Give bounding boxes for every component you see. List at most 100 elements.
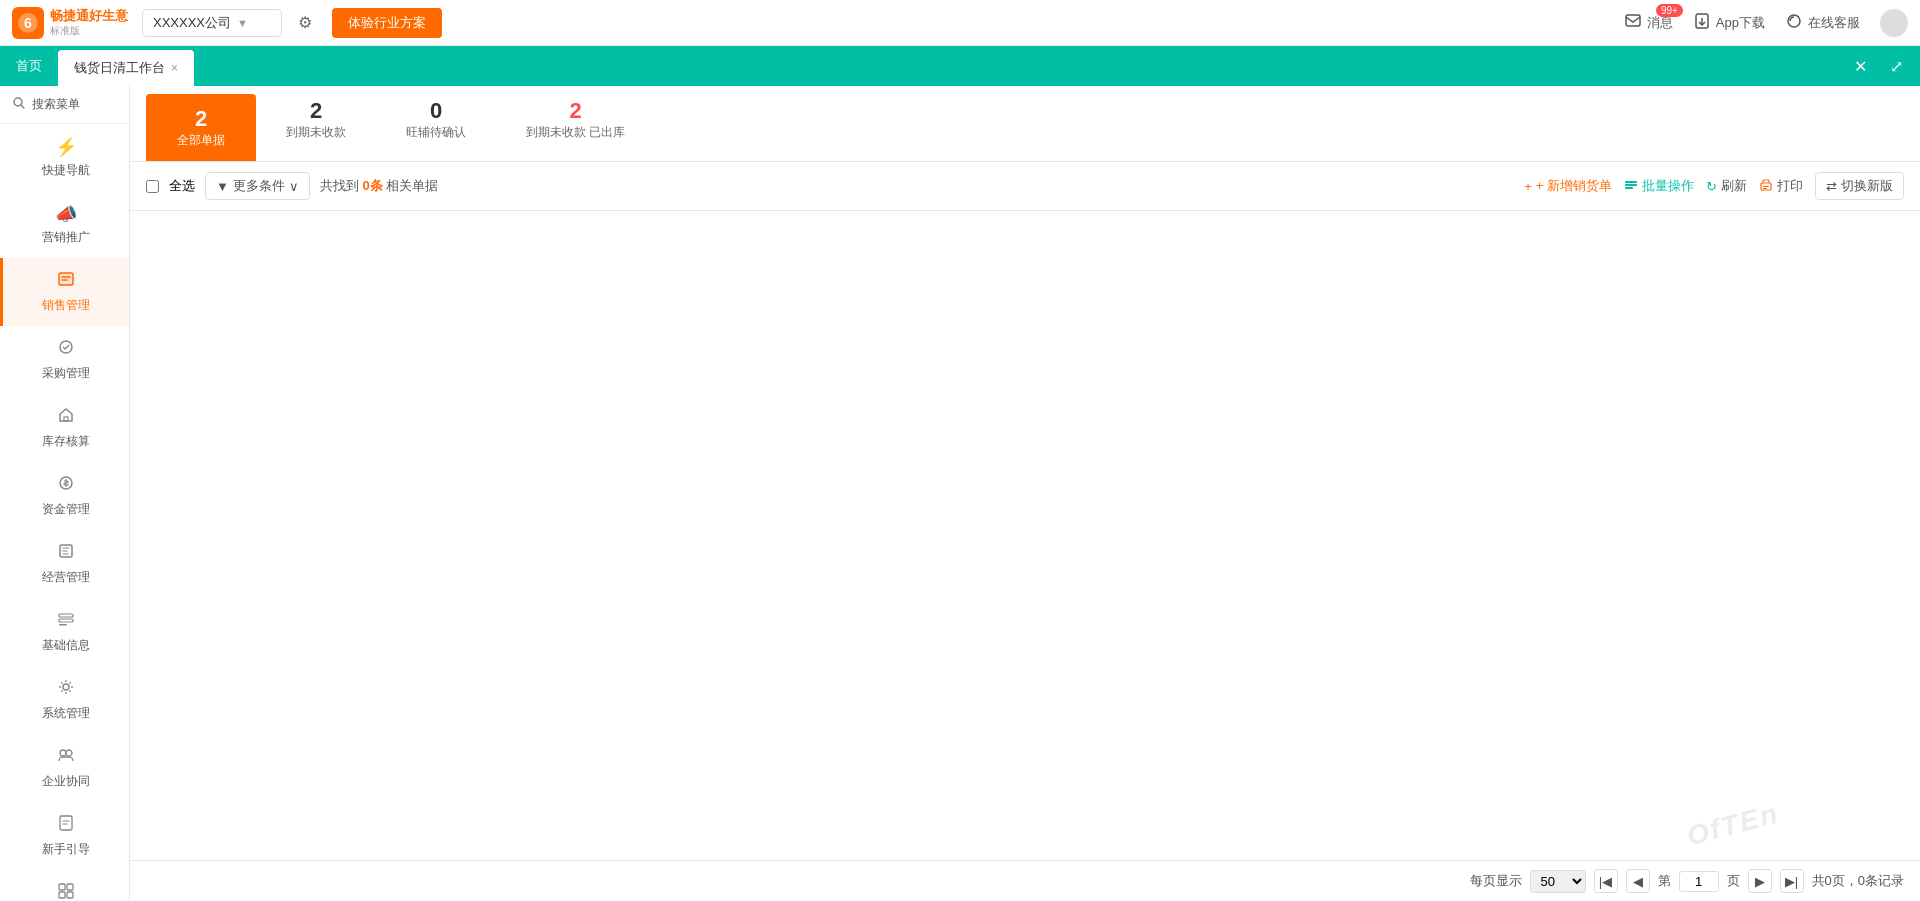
basic-icon	[57, 610, 75, 633]
filter-label: 更多条件	[233, 177, 285, 195]
sidebar-item-basic[interactable]: 基础信息	[0, 598, 129, 666]
print-button[interactable]: 打印	[1759, 177, 1803, 195]
svg-point-17	[66, 750, 72, 756]
settings-button[interactable]: ⚙	[290, 8, 320, 38]
message-item[interactable]: 消息 99+	[1624, 12, 1673, 33]
sidebar-item-purchase[interactable]: 采购管理	[0, 326, 129, 394]
last-page-button[interactable]: ▶|	[1780, 869, 1804, 893]
stat-tab-overdue-num: 2	[310, 98, 322, 124]
sidebar-item-label: 库存核算	[42, 433, 90, 450]
svg-rect-14	[59, 624, 67, 626]
select-all-checkbox[interactable]	[146, 180, 159, 193]
tab-home-label: 首页	[16, 57, 42, 75]
online-service-item[interactable]: 在线客服	[1785, 12, 1860, 33]
svg-rect-19	[59, 884, 65, 890]
total-label: 共0页，0条记录	[1812, 872, 1904, 890]
stat-tab-overdue[interactable]: 2 到期未收款	[256, 86, 376, 161]
sidebar-item-system[interactable]: 系统管理	[0, 666, 129, 734]
purchase-icon	[57, 338, 75, 361]
logo-text: 畅捷通好生意 标准版	[50, 8, 128, 38]
first-page-button[interactable]: |◀	[1594, 869, 1618, 893]
stat-tab-all-label: 全部单据	[177, 132, 225, 149]
sidebar-item-guide[interactable]: 新手引导	[0, 802, 129, 870]
quick-nav-icon: ⚡	[55, 136, 77, 158]
svg-rect-29	[1763, 186, 1769, 187]
svg-rect-2	[1626, 15, 1640, 26]
per-page-select[interactable]: 50 100 200	[1530, 870, 1586, 893]
sidebar-item-quick-nav[interactable]: ⚡ 快捷导航	[0, 124, 129, 191]
stat-tab-overdue-shipped[interactable]: 2 到期未收款 已出库	[496, 86, 655, 161]
sidebar-item-cooperation[interactable]: 企业协同	[0, 734, 129, 802]
online-service-icon	[1785, 12, 1803, 33]
system-icon	[57, 678, 75, 701]
print-icon	[1759, 178, 1773, 195]
next-page-button[interactable]: ▶	[1748, 869, 1772, 893]
svg-point-16	[60, 750, 66, 756]
svg-rect-12	[59, 614, 73, 617]
svg-rect-21	[59, 892, 65, 898]
filter-icon: ▼	[216, 179, 229, 194]
sales-icon	[57, 270, 75, 293]
stat-tab-overdue-shipped-num: 2	[570, 98, 582, 124]
appstore-icon	[57, 882, 75, 901]
sidebar-item-label: 营销推广	[42, 229, 90, 246]
sidebar-item-appstore[interactable]: 应用中心	[0, 870, 129, 901]
sidebar-item-label: 资金管理	[42, 501, 90, 518]
tab-workbench[interactable]: 钱货日清工作台 ×	[58, 50, 194, 86]
sidebar: 搜索菜单 ⚡ 快捷导航 📣 营销推广 销售管理	[0, 86, 130, 901]
avatar	[1880, 9, 1908, 37]
trial-button[interactable]: 体验行业方案	[332, 8, 442, 38]
message-badge: 99+	[1656, 4, 1683, 17]
tab-home[interactable]: 首页	[0, 46, 58, 86]
sidebar-search-label: 搜索菜单	[32, 96, 80, 113]
top-header: 6 畅捷通好生意 标准版 XXXXXX公司 ▼ ⚙ 体验行业方案 消息 99+	[0, 0, 1920, 46]
add-order-button[interactable]: + + 新增销货单	[1524, 177, 1612, 195]
switch-version-button[interactable]: ⇄ 切换新版	[1815, 172, 1904, 200]
guide-icon	[57, 814, 75, 837]
found-count: 0条	[363, 178, 383, 193]
refresh-button[interactable]: ↻ 刷新	[1706, 177, 1747, 195]
user-avatar-item[interactable]	[1880, 9, 1908, 37]
batch-operation-button[interactable]: 批量操作	[1624, 177, 1694, 195]
switch-icon: ⇄	[1826, 179, 1837, 194]
sidebar-item-label: 经营管理	[42, 569, 90, 586]
app-download-label: App下载	[1716, 14, 1765, 32]
marketing-icon: 📣	[55, 203, 77, 225]
add-icon: +	[1524, 179, 1532, 194]
stat-tab-overdue-shipped-label: 到期未收款 已出库	[526, 124, 625, 141]
prev-page-button[interactable]: ◀	[1626, 869, 1650, 893]
page-number-input[interactable]	[1679, 871, 1719, 892]
sidebar-item-operation[interactable]: 经营管理	[0, 530, 129, 598]
sidebar-item-finance[interactable]: 资金管理	[0, 462, 129, 530]
sidebar-search[interactable]: 搜索菜单	[0, 86, 129, 124]
inventory-icon	[57, 406, 75, 429]
message-icon	[1624, 12, 1642, 33]
svg-rect-22	[67, 892, 73, 898]
logo-area: 6 畅捷通好生意 标准版	[12, 7, 142, 39]
tab-bar-actions: ✕ ⤢	[1846, 52, 1920, 80]
sidebar-item-label: 新手引导	[42, 841, 90, 858]
toolbar-right: + + 新增销货单 批量操作 ↻ 刷新	[1524, 172, 1904, 200]
svg-text:6: 6	[24, 15, 32, 31]
tab-maximize-btn[interactable]: ⤢	[1882, 52, 1910, 80]
sidebar-item-sales[interactable]: 销售管理	[0, 258, 129, 326]
table-area	[130, 211, 1920, 860]
stat-tab-all[interactable]: 2 全部单据	[146, 94, 256, 161]
tab-close-icon[interactable]: ×	[171, 61, 178, 75]
filter-button[interactable]: ▼ 更多条件 ∨	[205, 172, 310, 200]
finance-icon	[57, 474, 75, 497]
page-prefix-label: 第	[1658, 872, 1671, 890]
cooperation-icon	[57, 746, 75, 769]
stat-tab-pending-label: 旺辅待确认	[406, 124, 466, 141]
sidebar-item-marketing[interactable]: 📣 营销推广	[0, 191, 129, 258]
stat-tab-overdue-label: 到期未收款	[286, 124, 346, 141]
stat-tab-all-num: 2	[195, 106, 207, 132]
company-selector[interactable]: XXXXXX公司 ▼	[142, 9, 282, 37]
app-download-item[interactable]: App下载	[1693, 12, 1765, 33]
select-all-label: 全选	[169, 177, 195, 195]
tab-close-window-btn[interactable]: ✕	[1846, 52, 1874, 80]
sidebar-item-inventory[interactable]: 库存核算	[0, 394, 129, 462]
stat-tab-pending[interactable]: 0 旺辅待确认	[376, 86, 496, 161]
search-icon	[12, 96, 26, 113]
toolbar: 全选 ▼ 更多条件 ∨ 共找到 0条 相关单据 + + 新增销货单	[130, 162, 1920, 211]
